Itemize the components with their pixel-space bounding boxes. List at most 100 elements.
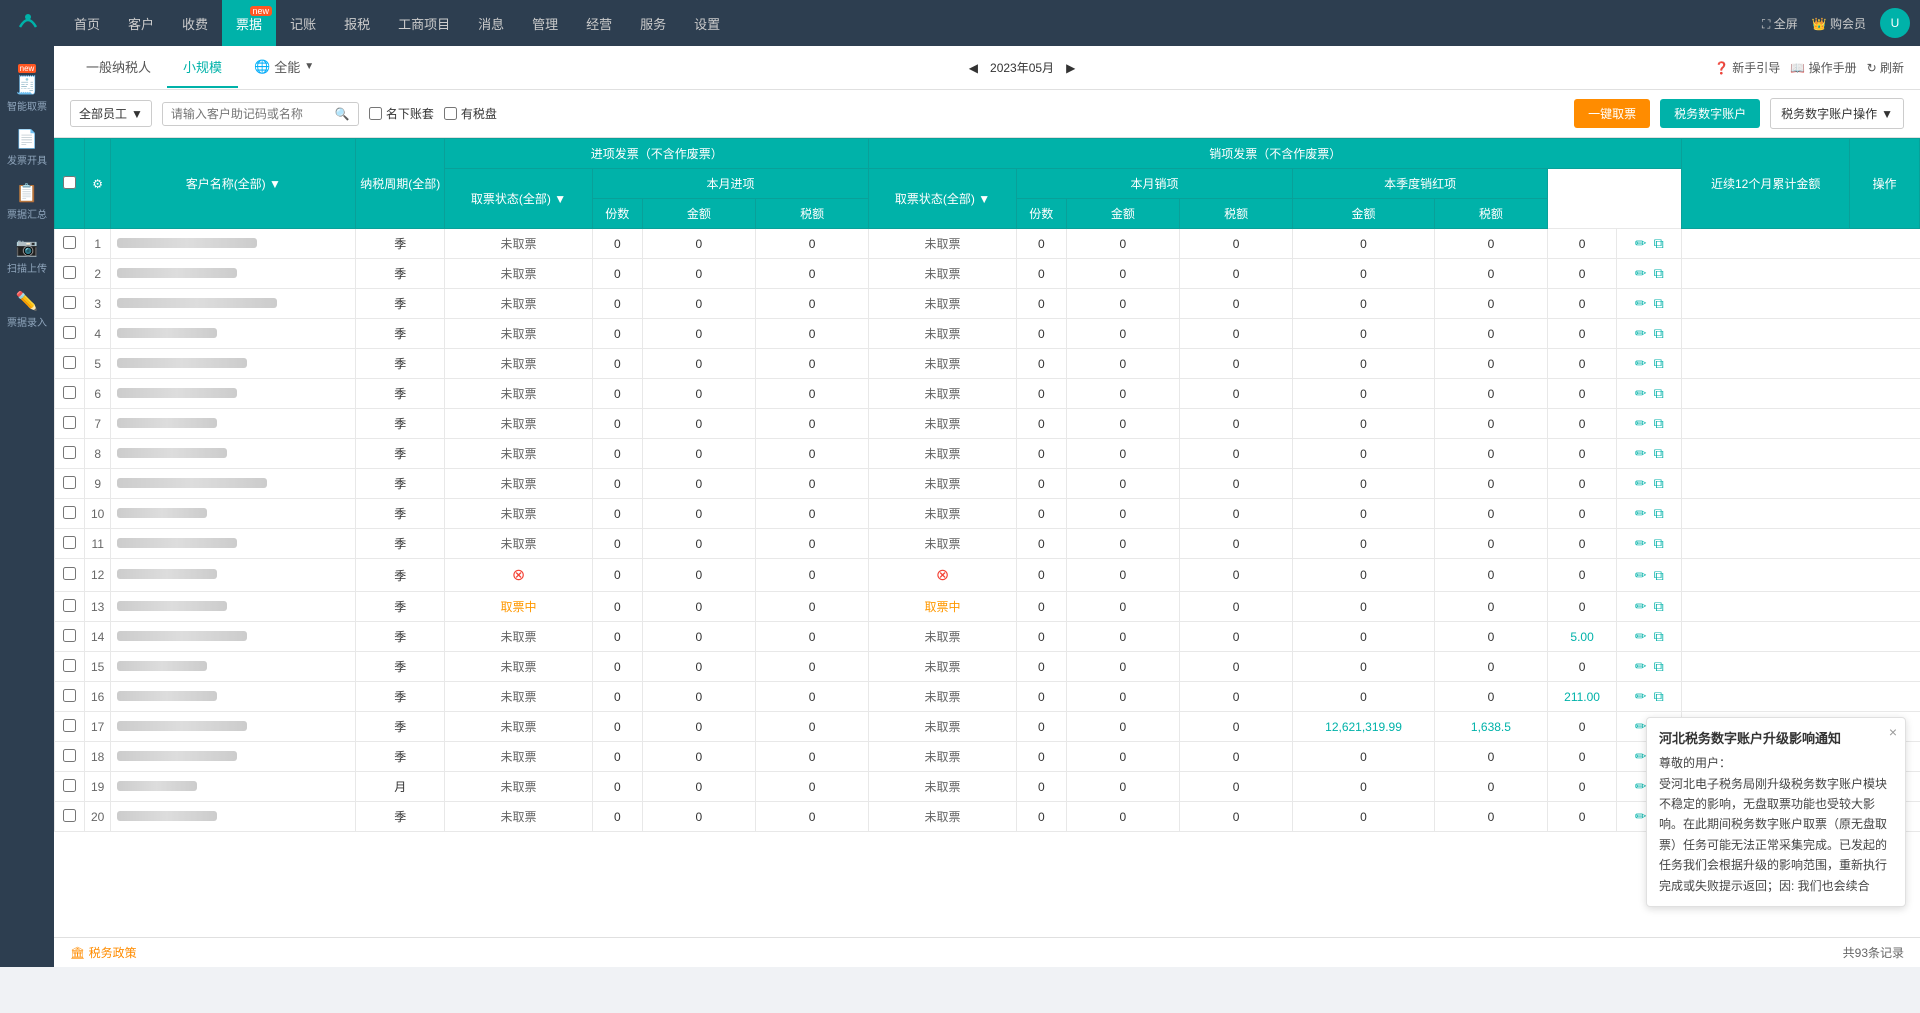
sidebar-item-ticket-entry[interactable]: ✏️ 票据录入	[0, 283, 54, 337]
user-avatar[interactable]: U	[1880, 8, 1910, 38]
row-checkbox[interactable]	[63, 356, 76, 369]
row-checkbox[interactable]	[63, 266, 76, 279]
row-in-tax-cell: 0	[756, 559, 869, 592]
edit-icon[interactable]: ✏	[1635, 295, 1647, 311]
subnav-all[interactable]: 🌐 全能 ▼	[238, 48, 330, 88]
nav-item-message[interactable]: 消息	[464, 0, 518, 46]
one-click-ticket-btn[interactable]: 一键取票	[1574, 99, 1650, 128]
row-checkbox[interactable]	[63, 236, 76, 249]
nav-item-fee[interactable]: 收费	[168, 0, 222, 46]
row-checkbox[interactable]	[63, 599, 76, 612]
edit-icon[interactable]: ✏	[1635, 265, 1647, 281]
row-checkbox[interactable]	[63, 536, 76, 549]
edit-icon[interactable]: ✏	[1635, 658, 1647, 674]
row-checkbox[interactable]	[63, 296, 76, 309]
sidebar-item-summary[interactable]: 📋 票据汇总	[0, 175, 54, 229]
nav-item-home[interactable]: 首页	[60, 0, 114, 46]
subnav-small[interactable]: 小规模	[167, 48, 238, 88]
row-checkbox[interactable]	[63, 689, 76, 702]
edit-icon[interactable]: ✏	[1635, 445, 1647, 461]
copy-icon[interactable]: ⧉	[1654, 658, 1664, 674]
search-input[interactable]	[171, 107, 331, 121]
edit-icon[interactable]: ✏	[1635, 325, 1647, 341]
edit-icon[interactable]: ✏	[1635, 748, 1647, 764]
row-checkbox[interactable]	[63, 779, 76, 792]
nav-item-invoice[interactable]: 票据 new	[222, 0, 276, 46]
row-checkbox[interactable]	[63, 416, 76, 429]
table-row: 13 季 取票中 0 0 0 取票中 0 0 0 0 0 0 ✏ ⧉	[55, 592, 1920, 622]
logo[interactable]	[10, 5, 46, 41]
copy-icon[interactable]: ⧉	[1654, 598, 1664, 614]
nav-item-operation[interactable]: 经营	[572, 0, 626, 46]
edit-icon[interactable]: ✏	[1635, 718, 1647, 734]
employee-select[interactable]: 全部员工 ▼	[70, 100, 152, 127]
copy-icon[interactable]: ⧉	[1654, 505, 1664, 521]
nav-item-service[interactable]: 服务	[626, 0, 680, 46]
sidebar-item-smart-ticket[interactable]: new 🧾 智能取票	[0, 56, 54, 121]
tax-policy-link[interactable]: 🏛 税务政策	[70, 944, 137, 961]
edit-icon[interactable]: ✏	[1635, 505, 1647, 521]
search-icon[interactable]: 🔍	[335, 107, 350, 121]
copy-icon[interactable]: ⧉	[1654, 567, 1664, 583]
copy-icon[interactable]: ⧉	[1654, 385, 1664, 401]
edit-icon[interactable]: ✏	[1635, 808, 1647, 824]
nav-item-business[interactable]: 工商项目	[384, 0, 464, 46]
next-period-btn[interactable]: ▶	[1066, 61, 1075, 75]
row-checkbox[interactable]	[63, 506, 76, 519]
nav-item-tax[interactable]: 报税	[330, 0, 384, 46]
down-account-checkbox[interactable]	[369, 107, 382, 120]
copy-icon[interactable]: ⧉	[1654, 445, 1664, 461]
sidebar-item-scan-upload[interactable]: 📷 扫描上传	[0, 229, 54, 283]
edit-icon[interactable]: ✏	[1635, 385, 1647, 401]
edit-icon[interactable]: ✏	[1635, 235, 1647, 251]
row-checkbox[interactable]	[63, 809, 76, 822]
copy-icon[interactable]: ⧉	[1654, 295, 1664, 311]
row-checkbox[interactable]	[63, 659, 76, 672]
nav-item-accounting[interactable]: 记账	[276, 0, 330, 46]
edit-icon[interactable]: ✏	[1635, 535, 1647, 551]
edit-icon[interactable]: ✏	[1635, 415, 1647, 431]
edit-icon[interactable]: ✏	[1635, 778, 1647, 794]
has-tax-checkbox-label[interactable]: 有税盘	[444, 105, 497, 122]
copy-icon[interactable]: ⧉	[1654, 535, 1664, 551]
popup-close-btn[interactable]: ×	[1889, 724, 1897, 740]
copy-icon[interactable]: ⧉	[1654, 355, 1664, 371]
copy-icon[interactable]: ⧉	[1654, 325, 1664, 341]
edit-icon[interactable]: ✏	[1635, 688, 1647, 704]
copy-icon[interactable]: ⧉	[1654, 475, 1664, 491]
sidebar-item-invoice-open[interactable]: 📄 发票开具	[0, 121, 54, 175]
new-guide-btn[interactable]: ❓ 新手引导	[1714, 59, 1780, 76]
row-checkbox[interactable]	[63, 719, 76, 732]
edit-icon[interactable]: ✏	[1635, 628, 1647, 644]
row-checkbox[interactable]	[63, 629, 76, 642]
row-checkbox[interactable]	[63, 386, 76, 399]
edit-icon[interactable]: ✏	[1635, 475, 1647, 491]
row-checkbox[interactable]	[63, 749, 76, 762]
row-checkbox[interactable]	[63, 326, 76, 339]
fullscreen-btn[interactable]: ⛶ 全屏	[1762, 15, 1798, 32]
has-tax-checkbox[interactable]	[444, 107, 457, 120]
copy-icon[interactable]: ⧉	[1654, 265, 1664, 281]
edit-icon[interactable]: ✏	[1635, 355, 1647, 371]
copy-icon[interactable]: ⧉	[1654, 688, 1664, 704]
copy-icon[interactable]: ⧉	[1654, 235, 1664, 251]
row-checkbox[interactable]	[63, 567, 76, 580]
tax-digital-account-btn[interactable]: 税务数字账户	[1660, 99, 1760, 128]
nav-item-manage[interactable]: 管理	[518, 0, 572, 46]
down-account-checkbox-label[interactable]: 名下账套	[369, 105, 434, 122]
nav-item-client[interactable]: 客户	[114, 0, 168, 46]
copy-icon[interactable]: ⧉	[1654, 415, 1664, 431]
op-manual-btn[interactable]: 📖 操作手册	[1790, 59, 1856, 76]
nav-item-settings[interactable]: 设置	[680, 0, 734, 46]
select-all-checkbox[interactable]	[63, 176, 76, 189]
member-btn[interactable]: 👑 购会员	[1812, 15, 1866, 32]
tax-digital-ops-btn[interactable]: 税务数字账户操作 ▼	[1770, 98, 1904, 129]
row-checkbox[interactable]	[63, 446, 76, 459]
prev-period-btn[interactable]: ◀	[969, 61, 978, 75]
edit-icon[interactable]: ✏	[1635, 598, 1647, 614]
subnav-general[interactable]: 一般纳税人	[70, 48, 167, 88]
edit-icon[interactable]: ✏	[1635, 567, 1647, 583]
row-checkbox[interactable]	[63, 476, 76, 489]
copy-icon[interactable]: ⧉	[1654, 628, 1664, 644]
refresh-btn[interactable]: ↻ 刷新	[1867, 59, 1904, 76]
